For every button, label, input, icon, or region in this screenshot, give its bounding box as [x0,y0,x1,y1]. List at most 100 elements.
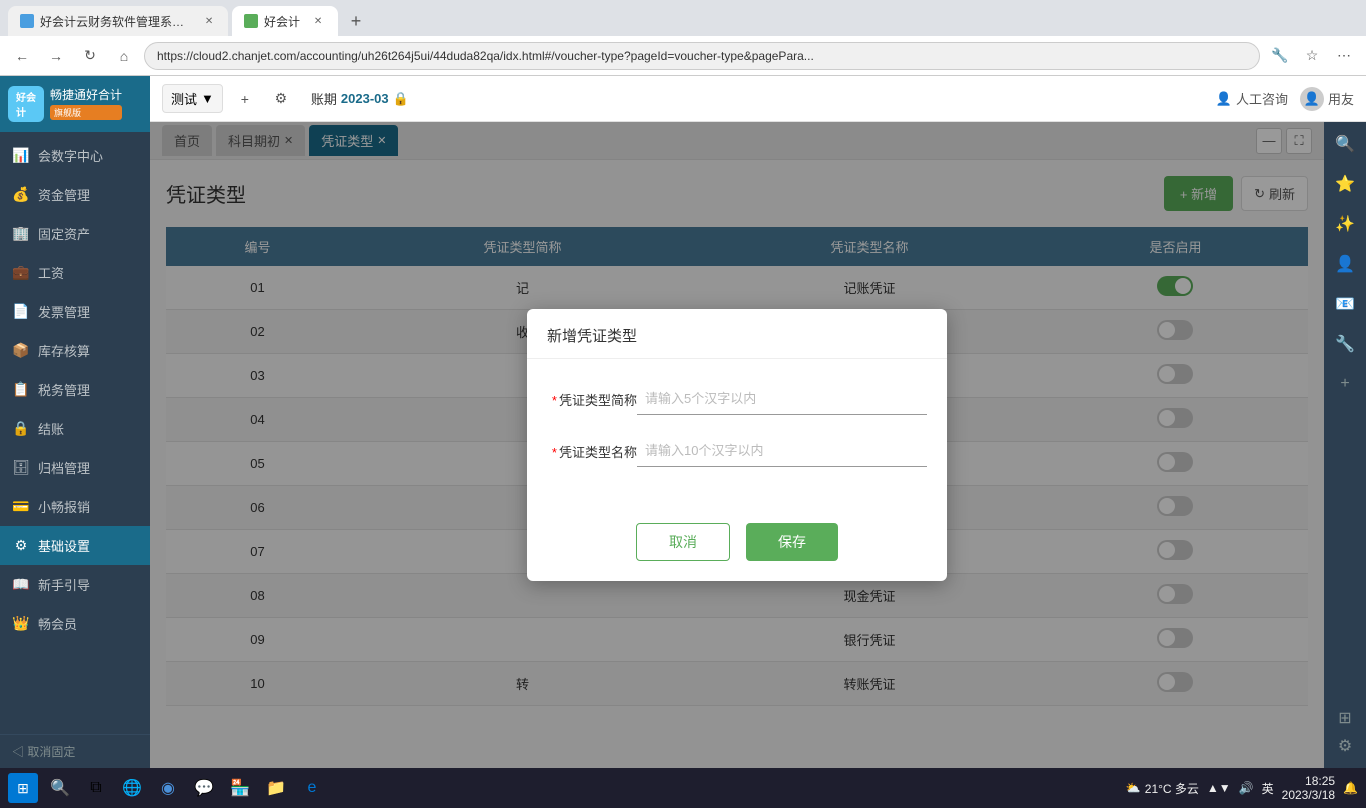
user-panel-icon[interactable]: 👤 [1331,250,1359,278]
modal-body: 凭证类型简称 凭证类型名称 [527,359,947,511]
sidebar-item-fixed-assets[interactable]: 🏢 固定资产 [0,214,150,253]
form-row-abbr: 凭证类型简称 [547,383,927,415]
sidebar-item-checkout[interactable]: 🔒 结账 [0,409,150,448]
tab-close-1[interactable]: ✕ [202,13,216,29]
period-lock-icon: 🔒 [393,91,409,107]
sidebar-item-label-member: 畅会员 [38,614,77,633]
content-with-right: 首页 科目期初 ✕ 凭证类型 ✕ — ⛶ [150,122,1366,768]
taskbar-time: 18:25 2023/3/18 [1282,774,1335,802]
archive-icon: 🗄 [12,459,30,477]
new-tab-button[interactable]: + [342,7,370,35]
forward-button[interactable]: → [42,42,70,70]
sidebar-item-expense[interactable]: 💳 小畅报销 [0,487,150,526]
payroll-icon: 💼 [12,264,30,282]
company-selector[interactable]: 测试 ▼ [162,84,223,113]
sidebar-item-funds[interactable]: 💰 资金管理 [0,175,150,214]
gear-icon[interactable]: ⚙ [267,85,295,113]
start-button[interactable]: ⊞ [8,773,38,803]
form-label-abbr: 凭证类型简称 [547,390,637,409]
sidebar-item-inventory[interactable]: 📦 库存核算 [0,331,150,370]
plus-panel-icon[interactable]: + [1331,370,1359,398]
company-dropdown-icon: ▼ [201,91,214,106]
user-avatar: 👤 [1300,87,1324,111]
edge-taskbar-button[interactable]: 🌐 [118,774,146,802]
logo-icon: 好会计 [8,86,44,122]
right-panel: 🔍 ⭐ ✨ 👤 📧 🔧 + ⊞ ⚙ [1324,122,1366,768]
consult-label: 人工咨询 [1236,89,1288,108]
main-area: 测试 ▼ + ⚙ 账期 2023-03 🔒 👤 人工咨询 👤 用友 [150,76,1366,768]
folder-taskbar-button[interactable]: 📁 [262,774,290,802]
tab-title-2: 好会计 [264,13,300,30]
weather-info: ⛅ 21°C 多云 [1126,780,1199,797]
guide-icon: 📖 [12,576,30,594]
outlook-panel-icon[interactable]: 📧 [1331,290,1359,318]
favorites-button[interactable]: ☆ [1298,42,1326,70]
ai-panel-icon[interactable]: ✨ [1331,210,1359,238]
more-button[interactable]: ⋯ [1330,42,1358,70]
logo-badge: 旗舰版 [50,105,122,120]
settings-panel-icon[interactable]: ⚙ [1331,732,1359,760]
tool-panel-icon[interactable]: 🔧 [1331,330,1359,358]
add-voucher-modal: 新增凭证类型 凭证类型简称 凭证类型名称 [527,309,947,581]
cancel-pin-button[interactable]: ◁ 取消固定 [0,734,150,768]
sidebar-item-settings[interactable]: ⚙ 基础设置 [0,526,150,565]
reload-button[interactable]: ↻ [76,42,104,70]
funds-icon: 💰 [12,186,30,204]
taskbar-right: ⛅ 21°C 多云 ▲▼ 🔊 英 18:25 2023/3/18 🔔 [1126,774,1358,802]
tab-title-1: 好会计云财务软件管理系统_会计 [40,13,192,30]
extensions-button[interactable]: 🔧 [1266,42,1294,70]
tax-icon: 📋 [12,381,30,399]
browser-tab-1[interactable]: 好会计云财务软件管理系统_会计 ✕ [8,6,228,36]
sidebar-item-label-checkout: 结账 [38,419,64,438]
period-value: 2023-03 [341,91,389,106]
cancel-button[interactable]: 取消 [636,523,730,561]
sidebar-item-dashboard[interactable]: 📊 会数字中心 [0,136,150,175]
taskbar: ⊞ 🔍 ⧉ 🌐 ◉ 💬 🏪 📁 e ⛅ 21°C 多云 ▲▼ 🔊 英 18:25… [0,768,1366,808]
sidebar-logo: 好会计 畅捷通好合计 旗舰版 [0,76,150,132]
user-info[interactable]: 👤 用友 [1300,87,1354,111]
back-button[interactable]: ← [8,42,36,70]
sidebar-item-guide[interactable]: 📖 新手引导 [0,565,150,604]
sidebar-item-tax[interactable]: 📋 税务管理 [0,370,150,409]
star-panel-icon[interactable]: ⭐ [1331,170,1359,198]
sound-icon: 🔊 [1239,781,1254,795]
lang-indicator: 英 [1262,780,1274,797]
name-input[interactable] [637,435,927,467]
panel-bottom-icons: ⊞ ⚙ [1331,704,1359,760]
task-view-button[interactable]: ⧉ [82,774,110,802]
store-taskbar-button[interactable]: 🏪 [226,774,254,802]
weather-text: 21°C 多云 [1145,780,1199,797]
consult-button[interactable]: 👤 人工咨询 [1216,89,1288,108]
company-settings-icon[interactable]: + [231,85,259,113]
windows-icon: ⊞ [17,780,29,797]
modal-overlay: 新增凭证类型 凭证类型简称 凭证类型名称 [150,122,1324,768]
sidebar-item-label-fixed-assets: 固定资产 [38,224,90,243]
sidebar-item-label-dashboard: 会数字中心 [38,146,103,165]
sidebar-item-payroll[interactable]: 💼 工资 [0,253,150,292]
network-icon: ▲▼ [1207,781,1231,795]
search-taskbar-button[interactable]: 🔍 [46,774,74,802]
wechat-taskbar-button[interactable]: 💬 [190,774,218,802]
chrome-taskbar-button[interactable]: ◉ [154,774,182,802]
msedge-taskbar-button[interactable]: e [298,774,326,802]
invoice-icon: 📄 [12,303,30,321]
sidebar-menu: 📊 会数字中心 💰 资金管理 🏢 固定资产 💼 工资 📄 发票管理 📦 [0,132,150,734]
consult-icon: 👤 [1216,91,1232,107]
home-button[interactable]: ⌂ [110,42,138,70]
inventory-icon: 📦 [12,342,30,360]
tab-close-2[interactable]: ✕ [310,13,326,29]
browser-action-icons: 🔧 ☆ ⋯ [1266,42,1358,70]
browser-tab-2[interactable]: 好会计 ✕ [232,6,338,36]
save-button[interactable]: 保存 [746,523,838,561]
sidebar-item-member[interactable]: 👑 畅会员 [0,604,150,643]
sidebar-item-invoice[interactable]: 📄 发票管理 [0,292,150,331]
search-panel-icon[interactable]: 🔍 [1331,130,1359,158]
sidebar-item-archive[interactable]: 🗄 归档管理 [0,448,150,487]
tab-favicon-1 [20,14,34,28]
company-name: 测试 [171,89,197,108]
period-info: 账期 2023-03 🔒 [311,89,409,108]
address-input[interactable] [144,42,1260,70]
abbr-input[interactable] [637,383,927,415]
expense-icon: 💳 [12,498,30,516]
grid-panel-icon[interactable]: ⊞ [1331,704,1359,732]
